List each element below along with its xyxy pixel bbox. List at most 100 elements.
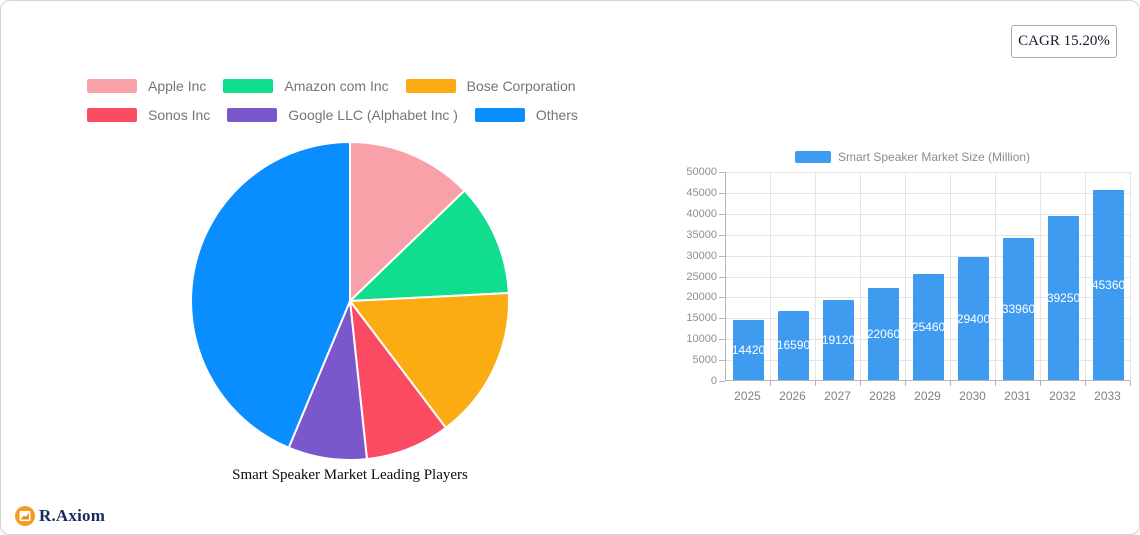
bar-chart: Smart Speaker Market Size (Million) 1442…	[686, 145, 1139, 409]
gridline	[905, 172, 906, 380]
y-axis-tick	[719, 339, 725, 341]
legend-item-google-llc-alphabet-inc[interactable]: Google LLC (Alphabet Inc )	[227, 107, 458, 123]
x-axis-tick	[815, 381, 816, 386]
x-axis-label: 2031	[1004, 389, 1031, 403]
y-axis-label: 5000	[692, 354, 717, 367]
gridline	[860, 172, 861, 380]
x-axis-label: 2025	[734, 389, 761, 403]
legend-label: Others	[535, 107, 578, 123]
brand-name: R.Axiom	[39, 506, 106, 525]
legend-item-apple-inc[interactable]: Apple Inc	[87, 78, 206, 94]
bar-legend-label: Smart Speaker Market Size (Million)	[838, 150, 1031, 164]
gridline	[1040, 172, 1041, 380]
y-axis-label: 25000	[686, 270, 717, 283]
bar-value-label: 19120	[821, 333, 856, 348]
x-axis-label: 2032	[1049, 389, 1076, 403]
report-card: CAGR 15.20% Apple Inc Amazon com Inc Bose …	[0, 0, 1140, 535]
legend-swatch	[87, 79, 137, 93]
y-axis-tick	[719, 213, 725, 215]
pie-legend-row-1: Apple Inc Amazon com Inc Bose Corporation	[87, 78, 578, 94]
gridline	[1130, 172, 1131, 380]
gridline	[995, 172, 996, 380]
gridline	[815, 172, 816, 380]
y-axis-label: 30000	[686, 249, 717, 262]
pie-chart	[190, 141, 510, 461]
gridline	[726, 192, 1130, 194]
gridline	[726, 172, 1130, 173]
legend-label: Amazon com Inc	[284, 78, 389, 94]
bar-value-label: 14420	[731, 342, 766, 357]
x-axis-tick	[995, 381, 996, 386]
bar-value-label: 33960	[1001, 302, 1036, 317]
gridline	[950, 172, 951, 380]
x-axis-tick	[905, 381, 906, 386]
bar-2030: 29400	[956, 257, 991, 380]
y-axis-label: 10000	[686, 333, 717, 346]
bar-2031: 33960	[1001, 238, 1036, 380]
bar-value-label: 16590	[776, 338, 811, 353]
y-axis-label: 50000	[686, 166, 717, 178]
bar-value-label: 39250	[1046, 290, 1081, 305]
bar-2032: 39250	[1046, 215, 1081, 380]
legend-label: Google LLC (Alphabet Inc )	[288, 107, 458, 123]
y-axis-label: 15000	[686, 312, 717, 325]
y-axis-tick	[719, 360, 725, 362]
y-axis-label: 40000	[686, 207, 717, 220]
brand-logo: R.Axiom	[14, 505, 105, 527]
legend-item-sonos-inc[interactable]: Sonos Inc	[87, 107, 210, 123]
bar-value-label: 29400	[956, 311, 991, 326]
x-axis-tick	[1130, 381, 1131, 386]
y-axis-label: 20000	[686, 291, 717, 304]
bar-value-label: 22060	[866, 326, 901, 341]
gridline	[726, 213, 1130, 215]
bar-2033: 45360	[1091, 190, 1126, 380]
y-axis-tick	[719, 192, 725, 194]
legend-swatch	[405, 79, 456, 93]
y-axis-label: 0	[710, 375, 717, 387]
pie-chart-title: Smart Speaker Market Leading Players	[232, 467, 468, 483]
cagr-badge: CAGR 15.20%	[1011, 25, 1117, 58]
x-axis-label: 2033	[1094, 389, 1121, 403]
cagr-label: CAGR 15.20%	[1018, 33, 1110, 49]
y-axis-label: 35000	[686, 228, 717, 241]
x-axis-label: 2028	[869, 389, 896, 403]
bar-2029: 25460	[911, 273, 946, 380]
bar-2026: 16590	[776, 310, 811, 380]
bar-legend-item[interactable]: Smart Speaker Market Size (Million)	[795, 150, 1030, 164]
bar-value-label: 25460	[911, 319, 946, 334]
legend-swatch	[474, 108, 525, 122]
y-axis-tick	[719, 234, 725, 236]
legend-swatch	[227, 108, 278, 122]
brand-chart-icon	[15, 506, 35, 526]
x-axis-tick	[1085, 381, 1086, 386]
y-axis-tick	[719, 318, 725, 320]
legend-label: Sonos Inc	[148, 107, 211, 123]
pie-legend: Apple Inc Amazon com Inc Bose Corporation …	[87, 78, 578, 136]
y-axis-tick	[719, 276, 725, 278]
pie-legend-row-2: Sonos Inc Google LLC (Alphabet Inc ) Other…	[87, 107, 578, 123]
y-axis-tick	[719, 172, 725, 173]
x-axis-tick	[950, 381, 951, 386]
bar-plot-area: 14420 16590 19120 22060 25460 29400 33960 39250…	[719, 172, 1131, 386]
legend-swatch	[87, 108, 137, 122]
x-axis-tick	[770, 381, 771, 386]
legend-item-others[interactable]: Others	[474, 107, 578, 123]
legend-item-bose-corporation[interactable]: Bose Corporation	[405, 78, 576, 94]
y-axis-tick	[719, 255, 725, 257]
legend-label: Apple Inc	[148, 78, 207, 94]
y-axis-tick	[719, 381, 725, 382]
bar-2027: 19120	[821, 300, 856, 380]
bar-legend-swatch	[795, 151, 831, 163]
y-axis-tick	[719, 297, 725, 299]
bar-value-label: 45360	[1091, 278, 1126, 293]
bar-2025: 14420	[731, 319, 766, 380]
legend-item-amazon-com-inc[interactable]: Amazon com Inc	[223, 78, 389, 94]
x-axis-label: 2027	[824, 389, 851, 403]
x-axis-label: 2029	[914, 389, 941, 403]
x-axis-tick	[1040, 381, 1041, 386]
legend-swatch	[223, 79, 274, 93]
x-axis-label: 2026	[779, 389, 806, 403]
gridline	[1085, 172, 1086, 380]
x-axis-tick	[860, 381, 861, 386]
legend-label: Bose Corporation	[466, 78, 576, 94]
